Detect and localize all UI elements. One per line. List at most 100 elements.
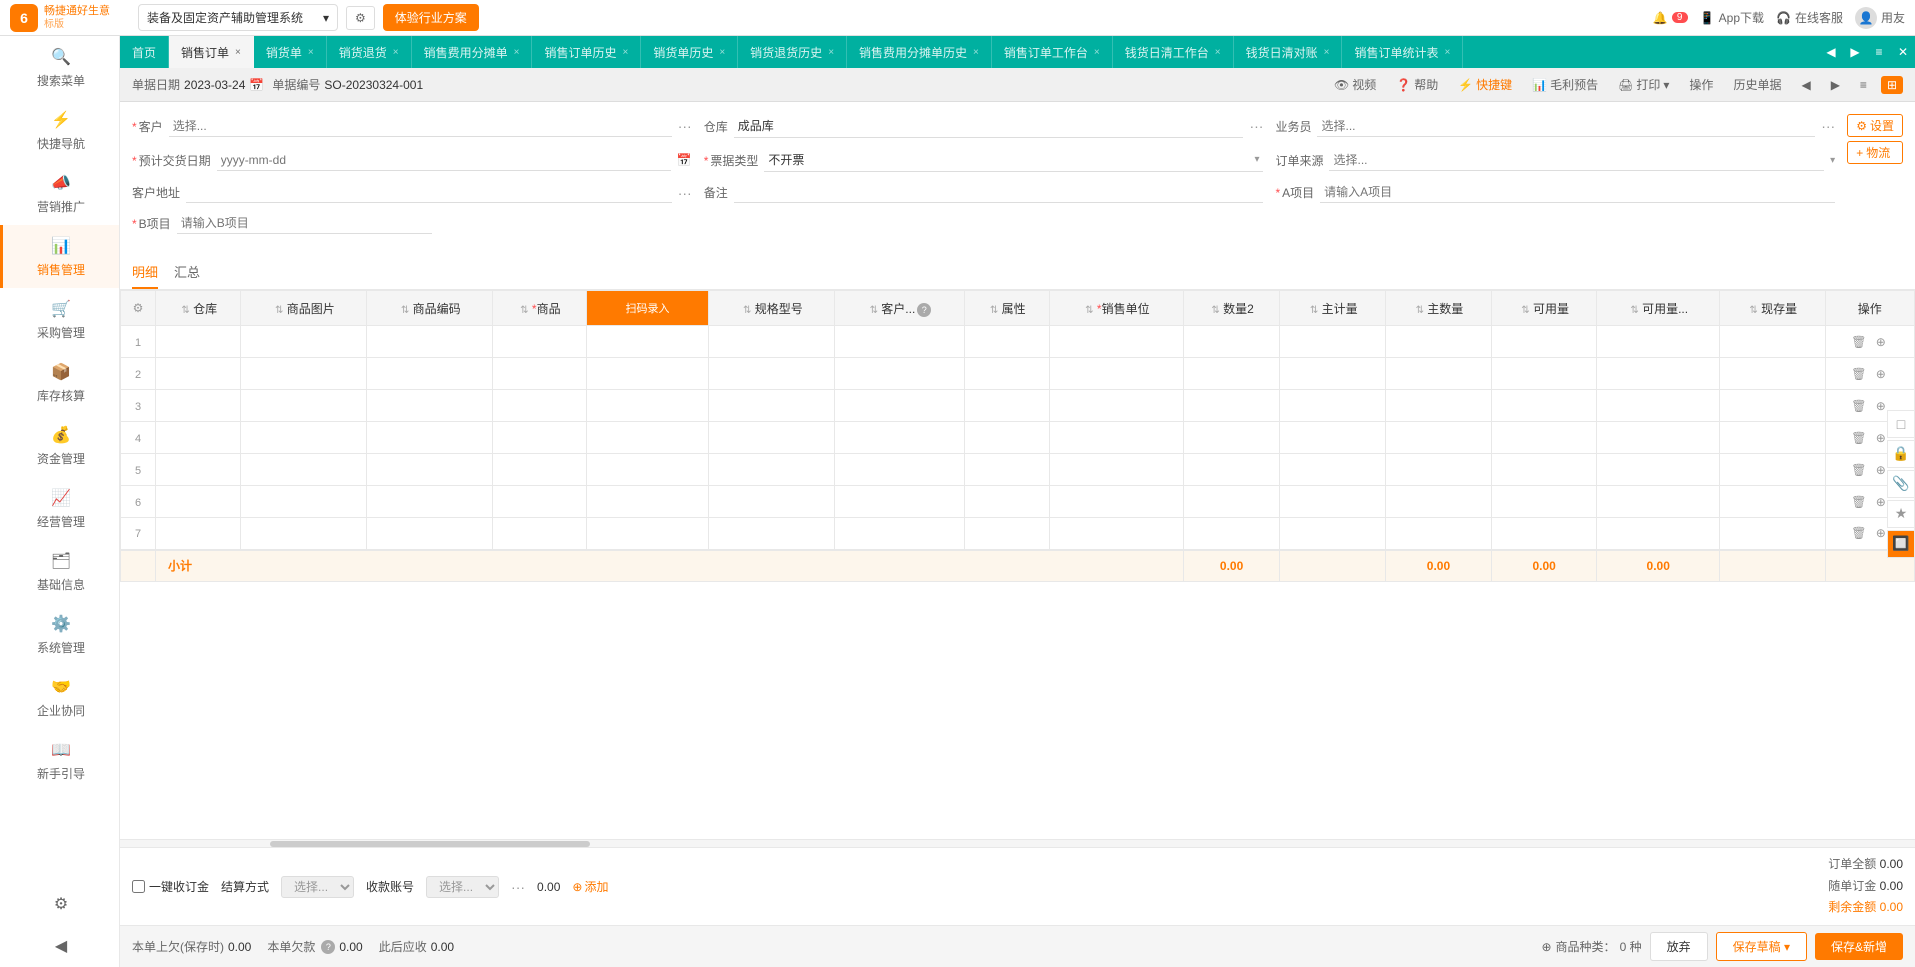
cell-spec-5[interactable] [709, 454, 835, 486]
system-selector[interactable]: 装备及固定资产辅助管理系统 ▾ [138, 4, 338, 31]
cell-scan-6[interactable] [586, 486, 709, 518]
tab-close-icon[interactable]: × [1215, 47, 1221, 58]
cell-product-1[interactable] [493, 326, 586, 358]
cell-unit-3[interactable] [1050, 390, 1184, 422]
cell-warehouse-7[interactable] [156, 518, 241, 550]
cell-qty2-7[interactable] [1183, 518, 1280, 550]
tab-sales-bill-history[interactable]: 销货单历史× [641, 36, 738, 68]
tab-close-icon[interactable]: × [828, 47, 834, 58]
cell-available1-7[interactable] [1491, 518, 1597, 550]
cell-stock-1[interactable] [1719, 326, 1825, 358]
cell-spec-3[interactable] [709, 390, 835, 422]
user-avatar[interactable]: 👤 用友 [1855, 7, 1905, 29]
prev-record-btn[interactable]: ◀ [1795, 76, 1816, 94]
cell-warehouse-5[interactable] [156, 454, 241, 486]
float-btn-3[interactable]: 📎 [1887, 470, 1915, 498]
tab-close-icon[interactable]: × [622, 47, 628, 58]
cell-available2-2[interactable] [1597, 358, 1720, 390]
cell-available1-6[interactable] [1491, 486, 1597, 518]
tab-sales-return[interactable]: 销货单× [254, 36, 327, 68]
cell-main-qty-7[interactable] [1386, 518, 1492, 550]
next-record-btn[interactable]: ▶ [1825, 76, 1846, 94]
cell-warehouse-1[interactable] [156, 326, 241, 358]
sidebar-item-inventory[interactable]: 📦库存核算 [0, 351, 119, 414]
sidebar-item-system[interactable]: ⚙️系统管理 [0, 603, 119, 666]
tab-cash-daily-workbench[interactable]: 钱货日清工作台× [1113, 36, 1234, 68]
tab-close-icon[interactable]: × [514, 47, 520, 58]
tab-sales-order[interactable]: 销售订单× [169, 36, 254, 68]
cell-main-unit-6[interactable] [1280, 486, 1386, 518]
cell-image-5[interactable] [241, 454, 367, 486]
tab-menu-btn[interactable]: ≡ [1867, 36, 1891, 68]
tab-close-icon[interactable]: × [1094, 47, 1100, 58]
cell-qty2-2[interactable] [1183, 358, 1280, 390]
help-btn[interactable]: ❓ 帮助 [1390, 74, 1444, 95]
invoice-select[interactable]: 不开票 ▾ [764, 148, 1263, 172]
gear-icon[interactable]: ⚙ [346, 6, 375, 30]
tab-close-icon[interactable]: × [1444, 47, 1450, 58]
view-btn[interactable]: 👁 视频 [1328, 74, 1382, 95]
column-settings-icon[interactable]: ⚙ [127, 297, 149, 319]
cell-main-unit-1[interactable] [1280, 326, 1386, 358]
tab-close-icon[interactable]: × [1324, 47, 1330, 58]
float-btn-1[interactable]: □ [1887, 410, 1915, 438]
payment-method-select[interactable]: 选择... [281, 876, 354, 898]
cell-customer-code-1[interactable] [835, 326, 964, 358]
info-icon[interactable]: ? [321, 940, 335, 954]
add-field-btn[interactable]: + 物流 [1847, 141, 1903, 164]
delivery-input[interactable] [217, 150, 671, 171]
address-input[interactable] [186, 182, 672, 203]
customer-dots[interactable]: ··· [678, 118, 692, 134]
cell-customer-code-2[interactable] [835, 358, 964, 390]
tab-sales-stats[interactable]: 销售订单统计表× [1342, 36, 1463, 68]
cell-unit-6[interactable] [1050, 486, 1184, 518]
cell-main-unit-5[interactable] [1280, 454, 1386, 486]
grid-view-btn[interactable]: ⊞ [1881, 76, 1903, 94]
note-input[interactable] [734, 182, 1264, 203]
cell-image-1[interactable] [241, 326, 367, 358]
cell-available2-6[interactable] [1597, 486, 1720, 518]
sidebar-item-enterprise[interactable]: 🤝企业协同 [0, 666, 119, 729]
tab-cash-verify[interactable]: 钱货日清对账× [1234, 36, 1343, 68]
discard-button[interactable]: 放弃 [1650, 932, 1708, 961]
sidebar-item-collapse[interactable]: ◀ [0, 925, 119, 967]
cell-code-5[interactable] [367, 454, 493, 486]
one-click-checkbox[interactable] [132, 880, 145, 893]
cell-product-5[interactable] [493, 454, 586, 486]
cell-image-6[interactable] [241, 486, 367, 518]
cell-scan-5[interactable] [586, 454, 709, 486]
cell-qty2-3[interactable] [1183, 390, 1280, 422]
cell-code-4[interactable] [367, 422, 493, 454]
cell-warehouse-2[interactable] [156, 358, 241, 390]
row-copy-btn[interactable]: ⊕ [1872, 333, 1890, 351]
tab-prev-btn[interactable]: ◀ [1819, 36, 1843, 68]
industry-btn[interactable]: 体验行业方案 [383, 4, 479, 31]
tab-close-icon[interactable]: × [973, 47, 979, 58]
cell-scan-7[interactable] [586, 518, 709, 550]
set-btn[interactable]: ⚙ 设置 [1847, 114, 1903, 137]
cell-spec-7[interactable] [709, 518, 835, 550]
cell-customer-code-7[interactable] [835, 518, 964, 550]
row-delete-btn[interactable]: 🗑 [1850, 365, 1868, 383]
cell-image-3[interactable] [241, 390, 367, 422]
cell-qty2-1[interactable] [1183, 326, 1280, 358]
cell-available2-7[interactable] [1597, 518, 1720, 550]
history-btn[interactable]: 历史单据 [1727, 74, 1787, 95]
cell-stock-6[interactable] [1719, 486, 1825, 518]
row-delete-btn[interactable]: 🗑 [1850, 493, 1868, 511]
save-draft-button[interactable]: 保存草稿 ▾ [1716, 932, 1807, 961]
cell-available1-4[interactable] [1491, 422, 1597, 454]
cell-main-qty-1[interactable] [1386, 326, 1492, 358]
tab-close-icon[interactable]: × [308, 47, 314, 58]
cell-warehouse-6[interactable] [156, 486, 241, 518]
print-btn[interactable]: 🖨 打印 ▾ [1612, 74, 1675, 95]
cell-qty2-5[interactable] [1183, 454, 1280, 486]
cell-unit-2[interactable] [1050, 358, 1184, 390]
cell-available2-5[interactable] [1597, 454, 1720, 486]
calendar-icon[interactable]: 📅 [249, 78, 264, 92]
cell-warehouse-4[interactable] [156, 422, 241, 454]
row-delete-btn[interactable]: 🗑 [1850, 333, 1868, 351]
row-delete-btn[interactable]: 🗑 [1850, 397, 1868, 415]
cell-attr-5[interactable] [964, 454, 1049, 486]
list-view-btn[interactable]: ≡ [1854, 76, 1873, 94]
